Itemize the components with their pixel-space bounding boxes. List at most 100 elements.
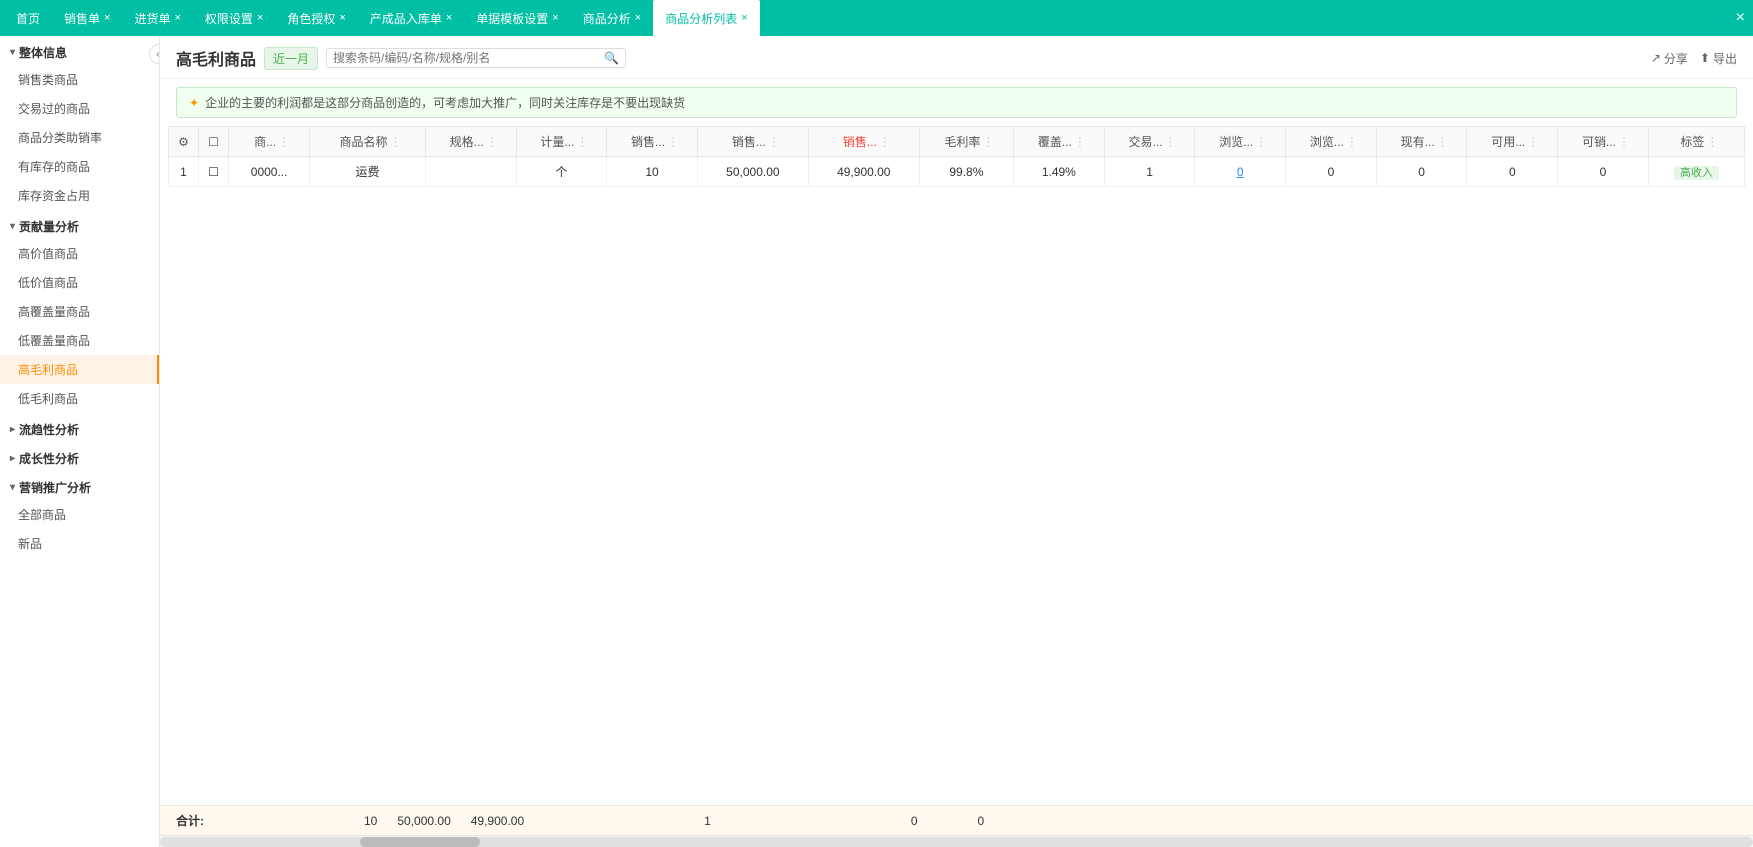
sidebar-item-low-margin[interactable]: 低毛利商品 — [0, 384, 159, 413]
nav-template-setting[interactable]: 单据模板设置 × — [464, 0, 570, 36]
horizontal-scrollbar[interactable] — [160, 835, 1753, 847]
search-input[interactable] — [333, 51, 604, 65]
resizer-browse1[interactable]: ⋮ — [1255, 135, 1261, 149]
table-container: ⚙ ☐ 商...⋮ 商品名称⋮ 规格...⋮ 计量...⋮ 销售...⋮ 销售.… — [160, 126, 1753, 805]
content-header: 高毛利商品 近一月 🔍 ↗ 分享 ⬆ 导出 — [160, 36, 1753, 79]
cell-checkbox[interactable]: ☐ — [199, 157, 229, 187]
sidebar-item-low-coverage[interactable]: 低覆盖量商品 — [0, 326, 159, 355]
search-box[interactable]: 🔍 — [326, 48, 626, 68]
col-coverage: 覆盖...⋮ — [1014, 127, 1105, 157]
scrollbar-track — [160, 837, 1753, 847]
col-sale-qty: 销售...⋮ — [607, 127, 698, 157]
nav-close-permission[interactable]: × — [257, 12, 263, 24]
footer-available: 0 — [978, 814, 985, 828]
close-app-button[interactable]: × — [1736, 9, 1745, 27]
sidebar-item-sales-goods[interactable]: 销售类商品 — [0, 65, 159, 94]
col-sale-profit: 销售...⋮ — [808, 127, 919, 157]
footer-sale-amount: 50,000.00 — [397, 814, 450, 828]
nav-close-role[interactable]: × — [339, 12, 345, 24]
main-layout: « ▾ 整体信息 销售类商品 交易过的商品 商品分类助销率 有库存的商品 库存资… — [0, 36, 1753, 847]
sidebar-group-marketing[interactable]: ▾ 营销推广分析 — [0, 471, 159, 500]
sidebar-item-in-stock[interactable]: 有库存的商品 — [0, 152, 159, 181]
col-transaction: 交易...⋮ — [1104, 127, 1195, 157]
resizer-tag[interactable]: ⋮ — [1706, 135, 1712, 149]
col-unit: 计量...⋮ — [516, 127, 607, 157]
table-header-row: ⚙ ☐ 商...⋮ 商品名称⋮ 规格...⋮ 计量...⋮ 销售...⋮ 销售.… — [169, 127, 1745, 157]
sidebar-group-contribution[interactable]: ▾ 贡献量分析 — [0, 210, 159, 239]
page-title: 高毛利商品 — [176, 46, 256, 70]
nav-close-template[interactable]: × — [552, 12, 558, 24]
resizer-profit[interactable]: ⋮ — [879, 135, 885, 149]
share-button[interactable]: ↗ 分享 — [1651, 50, 1688, 67]
table-row: 1 ☐ 0000... 运费 个 10 50,000.00 49,900.00 … — [169, 157, 1745, 187]
resizer-gross[interactable]: ⋮ — [982, 135, 988, 149]
arrow-right-icon: ▸ — [10, 424, 15, 435]
sidebar-item-high-coverage[interactable]: 高覆盖量商品 — [0, 297, 159, 326]
nav-close-goods-list[interactable]: × — [741, 12, 747, 24]
nav-close-purchase[interactable]: × — [174, 12, 180, 24]
resizer-sell[interactable]: ⋮ — [1618, 135, 1624, 149]
nav-permission-setting[interactable]: 权限设置 × — [193, 0, 275, 36]
col-checkbox[interactable]: ☐ — [199, 127, 229, 157]
nav-finished-goods[interactable]: 产成品入库单 × — [358, 0, 464, 36]
resizer-trans[interactable]: ⋮ — [1165, 135, 1171, 149]
cell-tag: 高收入 — [1648, 157, 1744, 187]
resizer-name[interactable]: ⋮ — [390, 135, 396, 149]
sidebar-item-low-value[interactable]: 低价值商品 — [0, 268, 159, 297]
sidebar-item-stock-fund[interactable]: 库存资金占用 — [0, 181, 159, 210]
resizer-coverage[interactable]: ⋮ — [1074, 135, 1080, 149]
sidebar-item-traded-goods[interactable]: 交易过的商品 — [0, 94, 159, 123]
resizer-avail[interactable]: ⋮ — [1527, 135, 1533, 149]
nav-goods-analysis[interactable]: 商品分析 × — [571, 0, 653, 36]
search-icon[interactable]: 🔍 — [604, 51, 619, 65]
nav-close-goods-analysis[interactable]: × — [635, 12, 641, 24]
header-actions: ↗ 分享 ⬆ 导出 — [1651, 50, 1737, 67]
cell-sellable-stock: 0 — [1558, 157, 1649, 187]
col-sale-amount: 销售...⋮ — [697, 127, 808, 157]
nav-purchase-order[interactable]: 进货单 × — [122, 0, 192, 36]
info-banner: ✦ 企业的主要的利润都是这部分商品创造的，可考虑加大推广，同时关注库存是不要出现… — [176, 87, 1737, 118]
cell-spec — [425, 157, 516, 187]
col-available-stock: 可用...⋮ — [1467, 127, 1558, 157]
resizer-browse2[interactable]: ⋮ — [1346, 135, 1352, 149]
time-filter-button[interactable]: 近一月 — [264, 47, 318, 70]
resizer-qty[interactable]: ⋮ — [667, 135, 673, 149]
nav-close-sales[interactable]: × — [104, 12, 110, 24]
footer-current: 0 — [911, 814, 918, 828]
col-spec: 规格...⋮ — [425, 127, 516, 157]
data-table: ⚙ ☐ 商...⋮ 商品名称⋮ 规格...⋮ 计量...⋮ 销售...⋮ 销售.… — [168, 126, 1745, 187]
sidebar-group-overview[interactable]: ▾ 整体信息 — [0, 36, 159, 65]
col-sellable-stock: 可销...⋮ — [1558, 127, 1649, 157]
nav-role-auth[interactable]: 角色授权 × — [275, 0, 357, 36]
nav-goods-analysis-list[interactable]: 商品分析列表 × — [653, 0, 759, 36]
export-icon: ⬆ — [1700, 51, 1710, 65]
cell-browse1[interactable]: 0 — [1195, 157, 1286, 187]
cell-current-stock: 0 — [1376, 157, 1467, 187]
resizer-unit[interactable]: ⋮ — [576, 135, 582, 149]
resizer-amount[interactable]: ⋮ — [768, 135, 774, 149]
export-button[interactable]: ⬆ 导出 — [1700, 50, 1737, 67]
nav-home[interactable]: 首页 — [4, 0, 52, 36]
sidebar-item-high-value[interactable]: 高价值商品 — [0, 239, 159, 268]
resizer-code[interactable]: ⋮ — [278, 135, 284, 149]
resizer-current[interactable]: ⋮ — [1437, 135, 1443, 149]
nav-close-finished[interactable]: × — [446, 12, 452, 24]
nav-sales-order[interactable]: 销售单 × — [52, 0, 122, 36]
scrollbar-thumb[interactable] — [360, 837, 480, 847]
col-browse1: 浏览...⋮ — [1195, 127, 1286, 157]
col-gross-rate: 毛利率⋮ — [919, 127, 1013, 157]
sidebar-group-growth[interactable]: ▸ 成长性分析 — [0, 442, 159, 471]
sidebar-item-all-goods[interactable]: 全部商品 — [0, 500, 159, 529]
resizer-spec[interactable]: ⋮ — [486, 135, 492, 149]
col-name: 商品名称⋮ — [310, 127, 426, 157]
sidebar-item-category-rate[interactable]: 商品分类助销率 — [0, 123, 159, 152]
cell-index: 1 — [169, 157, 199, 187]
footer-sale-qty: 10 — [364, 814, 377, 828]
cell-browse2: 0 — [1286, 157, 1377, 187]
col-settings[interactable]: ⚙ — [169, 127, 199, 157]
footer-sale-profit: 49,900.00 — [471, 814, 524, 828]
sidebar-item-high-margin[interactable]: 高毛利商品 — [0, 355, 159, 384]
share-icon: ↗ — [1651, 51, 1661, 65]
sidebar-item-new-goods[interactable]: 新品 — [0, 529, 159, 558]
sidebar-group-trend[interactable]: ▸ 流趋性分析 — [0, 413, 159, 442]
